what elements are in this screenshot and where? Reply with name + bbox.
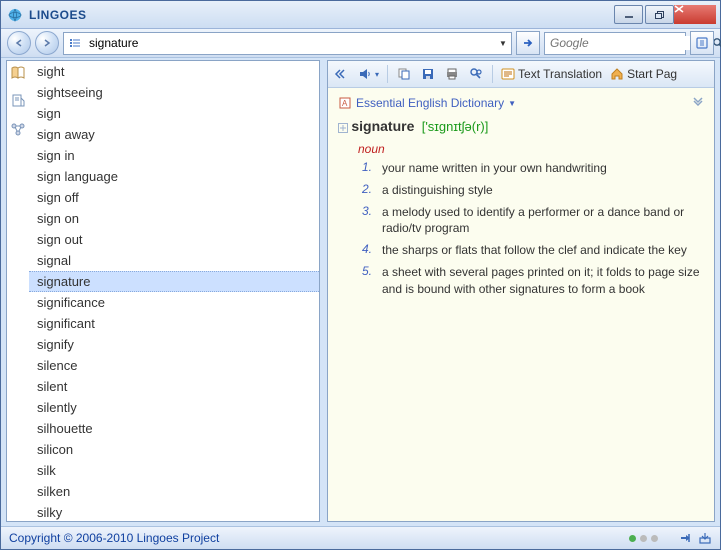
text-translation-label: Text Translation [518, 67, 602, 81]
text-translation-button[interactable]: Text Translation [501, 67, 602, 81]
word-item[interactable]: sign [29, 103, 319, 124]
lookup-input[interactable] [86, 36, 495, 50]
right-pane: ▾ Text Translation [327, 60, 715, 522]
search-input[interactable] [545, 36, 712, 50]
part-of-speech: noun [358, 142, 704, 156]
collapse-icon[interactable] [692, 96, 704, 106]
definition-text: a distinguishing style [382, 182, 704, 199]
definition-text: a sheet with several pages printed on it… [382, 264, 704, 298]
definition-text: a melody used to identify a performer or… [382, 204, 704, 238]
definition-number: 4. [358, 242, 372, 259]
pin-icon[interactable] [678, 531, 692, 545]
word-item[interactable]: silken [29, 481, 319, 502]
web-search-bar: ▾ [544, 32, 686, 55]
definition-text: your name written in your own handwritin… [382, 160, 704, 177]
left-iconbar [7, 61, 29, 521]
definition-text: the sharps or flats that follow the clef… [382, 242, 704, 259]
copy-icon[interactable] [396, 66, 412, 82]
titlebar: LINGOES [1, 1, 720, 29]
dictionary-source-icon: A [338, 96, 352, 110]
network-icon[interactable] [10, 121, 26, 137]
statusbar: Copyright © 2006-2010 Lingoes Project [1, 526, 720, 549]
word-item[interactable]: silicon [29, 439, 319, 460]
expand-icon[interactable] [338, 123, 348, 133]
definition-number: 2. [358, 182, 372, 199]
content-area: sightsightseeingsignsign awaysign insign… [6, 58, 715, 526]
word-list[interactable]: sightsightseeingsignsign awaysign insign… [29, 61, 319, 521]
status-indicators [629, 535, 658, 542]
minimize-button[interactable] [614, 5, 643, 24]
history-icon[interactable] [10, 93, 26, 109]
find-icon[interactable] [468, 66, 484, 82]
word-item[interactable]: silence [29, 355, 319, 376]
word-item[interactable]: sign out [29, 229, 319, 250]
word-item[interactable]: silently [29, 397, 319, 418]
start-page-label: Start Pag [627, 67, 677, 81]
word-item[interactable]: silent [29, 376, 319, 397]
status-dot-green [629, 535, 636, 542]
word-item[interactable]: signature [29, 271, 319, 292]
speaker-icon[interactable] [357, 66, 373, 82]
definition-number: 5. [358, 264, 372, 298]
word-item[interactable]: sign on [29, 208, 319, 229]
app-icon [7, 7, 23, 23]
tray-icon[interactable] [698, 531, 712, 545]
pronunciation: ['sɪgnɪtʃə(r)] [422, 119, 489, 134]
maximize-button[interactable] [645, 5, 674, 24]
definition-row: 4. the sharps or flats that follow the cl… [358, 242, 704, 259]
word-item[interactable]: silky [29, 502, 319, 521]
forward-button[interactable] [35, 31, 59, 55]
definition-list: 1. your name written in your own handwrit… [358, 160, 704, 298]
app-title: LINGOES [29, 8, 87, 22]
go-button[interactable] [516, 31, 540, 55]
dictionary-icon[interactable] [10, 65, 26, 81]
back-button[interactable] [7, 31, 31, 55]
appendix-button[interactable] [690, 31, 714, 55]
address-dropdown[interactable]: ▼ [495, 39, 511, 48]
word-item[interactable]: significant [29, 313, 319, 334]
word-item[interactable]: signify [29, 334, 319, 355]
address-bar: ▼ [63, 32, 512, 55]
start-page-button[interactable]: Start Pag [610, 67, 677, 81]
word-item[interactable]: silk [29, 460, 319, 481]
word-item[interactable]: sight [29, 61, 319, 82]
dictionary-dropdown-icon[interactable]: ▼ [508, 99, 516, 108]
definition-row: 3. a melody used to identify a performer … [358, 204, 704, 238]
dictionary-body: A Essential English Dictionary ▼ signatu… [328, 88, 714, 521]
app-window: LINGOES ▼ [0, 0, 721, 550]
entry-header: signature ['sɪgnɪtʃə(r)] [338, 118, 704, 134]
svg-text:A: A [342, 99, 348, 108]
word-item[interactable]: silhouette [29, 418, 319, 439]
status-dot-grey [640, 535, 647, 542]
close-button[interactable] [674, 5, 716, 24]
word-item[interactable]: sign away [29, 124, 319, 145]
word-item[interactable]: signal [29, 250, 319, 271]
window-controls [612, 5, 716, 24]
print-icon[interactable] [444, 66, 460, 82]
word-item[interactable]: sign in [29, 145, 319, 166]
word-item[interactable]: sign language [29, 166, 319, 187]
word-item[interactable]: sign off [29, 187, 319, 208]
entry: signature ['sɪgnɪtʃə(r)] noun 1. your nam… [338, 118, 704, 298]
main-toolbar: ▼ ▾ [1, 29, 720, 58]
right-toolbar: ▾ Text Translation [328, 61, 714, 88]
dictionary-name: Essential English Dictionary [356, 96, 504, 110]
word-item[interactable]: sightseeing [29, 82, 319, 103]
left-pane: sightsightseeingsignsign awaysign insign… [6, 60, 320, 522]
save-icon[interactable] [420, 66, 436, 82]
entry-word: signature [351, 118, 414, 134]
dictionary-header[interactable]: A Essential English Dictionary ▼ [338, 96, 704, 110]
speaker-dropdown[interactable]: ▾ [375, 70, 379, 79]
definition-row: 2. a distinguishing style [358, 182, 704, 199]
index-icon [68, 36, 82, 50]
status-dot-grey [651, 535, 658, 542]
definition-row: 5. a sheet with several pages printed on … [358, 264, 704, 298]
collapse-left-icon[interactable] [333, 66, 349, 82]
word-item[interactable]: significance [29, 292, 319, 313]
definition-row: 1. your name written in your own handwrit… [358, 160, 704, 177]
splitter[interactable] [320, 58, 327, 526]
definition-number: 3. [358, 204, 372, 238]
definition-number: 1. [358, 160, 372, 177]
copyright: Copyright © 2006-2010 Lingoes Project [9, 531, 219, 545]
